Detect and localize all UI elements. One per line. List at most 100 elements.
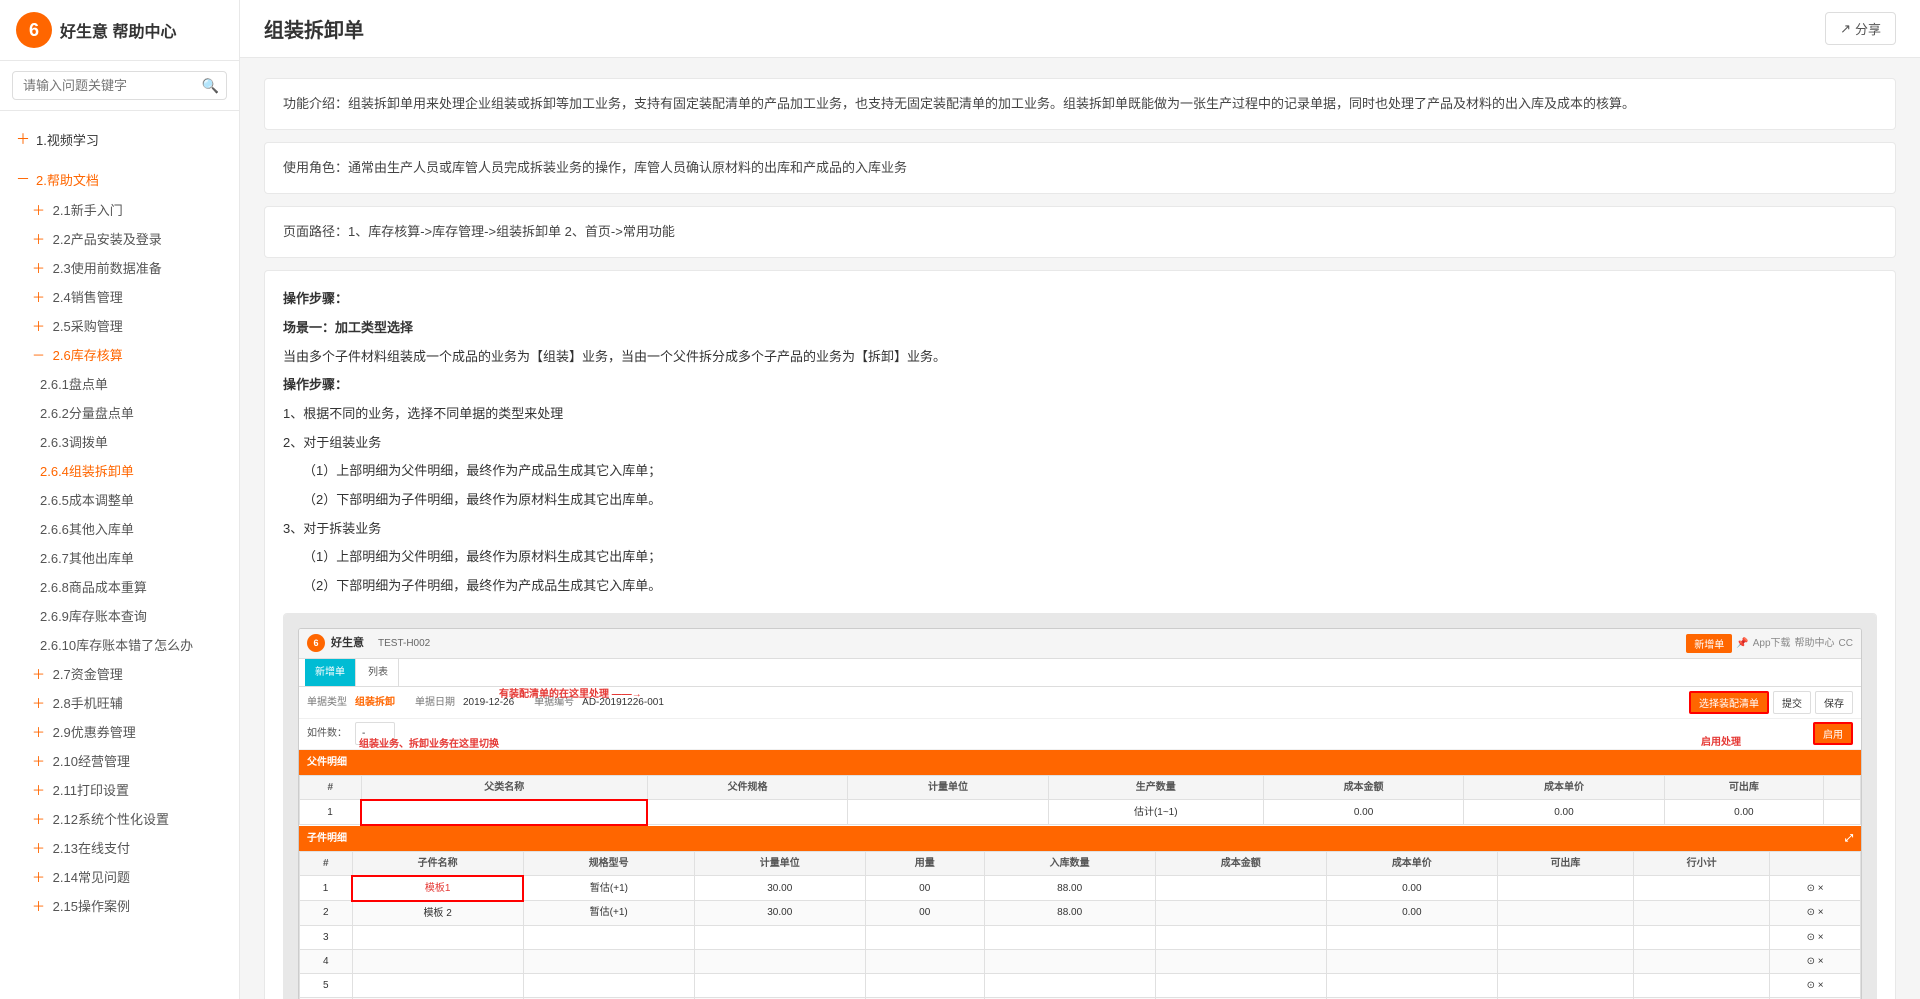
plus-icon-25: ＋ [32,319,45,334]
sidebar-item-video[interactable]: ＋ 1.视频学习 [0,123,239,155]
sidebar-item-purchase[interactable]: ＋ 2.5采购管理 [0,311,239,340]
inner-bcol-unit: 计量单位 [694,851,865,876]
sidebar-sub-2: ＋ 2.1新手入门 ＋ 2.2产品安装及登录 ＋ 2.3使用前数据准备 ＋ 2.… [0,195,239,920]
inner-submit-btn[interactable]: 提交 [1773,691,1811,714]
steps-title: 操作步骤： [283,377,348,392]
inner-bottom-row-5: 5 [300,973,1861,997]
inner-bottom-title-text: 子件明细 [307,829,347,848]
sidebar-item-inventory[interactable]: － 2.6库存核算 [0,340,239,369]
sidebar-item-data-prep[interactable]: ＋ 2.3使用前数据准备 [0,253,239,282]
plus-icon-21: ＋ [32,203,45,218]
plus-icon-212: ＋ [32,812,45,827]
inner-bottom-section-title: 子件明细 ⤢ [299,826,1861,851]
inner-topbar-id: TEST-H002 [378,634,430,653]
sidebar-item-help-docs[interactable]: － 2.帮助文档 [0,163,239,195]
inner-top-row-1: 1 估计(1~1) 0.00 0.00 0.00 [300,800,1861,825]
inner-icon-app: App下载 [1753,634,1791,653]
label-261: 2.6.1盘点单 [40,377,108,392]
inner-enable-btn[interactable]: 启用 [1813,722,1853,745]
step2-2-text: （2）下部明细为子件明细，最终作为原材料生成其它出库单。 [303,488,1877,513]
scenario1-title: 场景一：加工类型选择 [283,320,413,335]
inner-top-cell-prodqty: 估计(1~1) [1048,800,1263,825]
page-title: 组装拆卸单 [264,14,364,43]
annotation-enable: 启用处理 [1701,733,1741,752]
sidebar-item-partial-stocktake[interactable]: 2.6.2分量盘点单 [0,398,239,427]
inner-assembly-row: 如件数： - 组装业务、拆卸业务在这里切换 启用处理 启用 [299,719,1861,750]
sidebar-header: 6 好生意 帮助中心 [0,0,239,61]
sidebar-label-2: 2.帮助文档 [36,170,99,189]
sidebar-item-online-pay[interactable]: ＋ 2.13在线支付 [0,833,239,862]
top-bar: 组装拆卸单 ↗ 分享 [240,0,1920,58]
sidebar-item-newbie[interactable]: ＋ 2.1新手入门 [0,195,239,224]
sidebar-item-other-inbound[interactable]: 2.6.6其他入库单 [0,514,239,543]
sidebar-item-stocktake[interactable]: 2.6.1盘点单 [0,369,239,398]
sidebar-item-install[interactable]: ＋ 2.2产品安装及登录 [0,224,239,253]
inner-col-available: 可出库 [1664,775,1823,800]
plus-icon-211: ＋ [32,783,45,798]
inner-new-doc-btn[interactable]: 新增单 [1686,634,1732,653]
inner-icon-help: 帮助中心 [1795,634,1835,653]
operations-section: 操作步骤： 场景一：加工类型选择 当由多个子件材料组装成一个成品的业务为【组装】… [264,270,1896,999]
inner-col-parent-spec: 父件规格 [647,775,847,800]
sidebar-item-cost-recalc[interactable]: 2.6.8商品成本重算 [0,572,239,601]
sidebar-item-stock-ledger-fix[interactable]: 2.6.10库存账本错了怎么办 [0,630,239,659]
inner-top-cell-name [361,800,647,825]
sidebar-item-coupon[interactable]: ＋ 2.9优惠券管理 [0,717,239,746]
inner-select-bom-btn[interactable]: 选择装配清单 [1689,691,1769,714]
main-content: 组装拆卸单 ↗ 分享 功能介绍：组装拆卸单用来处理企业组装或拆卸等加工业务，支持… [240,0,1920,999]
sidebar-item-management[interactable]: ＋ 2.10经营管理 [0,746,239,775]
sidebar-item-other-outbound[interactable]: 2.6.7其他出库单 [0,543,239,572]
sidebar-item-print[interactable]: ＋ 2.11打印设置 [0,775,239,804]
label-269: 2.6.9库存账本查询 [40,609,147,624]
inner-tab-list[interactable]: 列表 [358,659,399,686]
plus-icon-27: ＋ [32,667,45,682]
operations-title: 操作步骤： [283,291,348,306]
sidebar-item-cost-adjust[interactable]: 2.6.5成本调整单 [0,485,239,514]
inner-icon-pin: 📌 [1736,634,1748,653]
sidebar-item-mobile[interactable]: ＋ 2.8手机旺辅 [0,688,239,717]
inner-save-btn[interactable]: 保存 [1815,691,1853,714]
inner-topbar: 6 好生意 TEST-H002 新增单 📌 App下载 帮助中心 CC [299,629,1861,659]
label-267: 2.6.7其他出库单 [40,551,134,566]
inner-top-cell-ops2 [1824,800,1861,825]
sidebar-item-finance[interactable]: ＋ 2.7资金管理 [0,659,239,688]
content-area: 功能介绍：组装拆卸单用来处理企业组装或拆卸等加工业务，支持有固定装配清单的产品加… [240,58,1920,999]
inner-top-cell-spec [647,800,847,825]
inner-col-ops [1824,775,1861,800]
inner-bcol-num: # [300,851,353,876]
sidebar-item-stock-ledger[interactable]: 2.6.9库存账本查询 [0,601,239,630]
inner-date-label: 单据日期 [415,693,455,712]
inner-icon-user: CC [1839,634,1853,653]
step3-text: 3、对于拆装业务 [283,517,1877,542]
inner-bcol-costprice: 成本单价 [1326,851,1497,876]
minus-icon-2: － [16,169,30,189]
inner-bcol-child-name: 子件名称 [352,851,523,876]
inner-col-parent-name: 父类名称 [361,775,647,800]
label-26: 2.6库存核算 [53,348,123,363]
inner-top-cell-costamt: 0.00 [1263,800,1463,825]
inner-col-cost-price: 成本单价 [1464,775,1664,800]
search-input[interactable] [12,71,227,100]
minus-icon-26: － [32,348,45,363]
label-22: 2.2产品安装及登录 [53,232,162,247]
inner-bcol-costamt: 成本金额 [1155,851,1326,876]
inner-top-cell-num: 1 [300,800,362,825]
sidebar-item-personalize[interactable]: ＋ 2.12系统个性化设置 [0,804,239,833]
inner-top-name-input[interactable] [474,807,534,818]
inner-top-section-title: 父件明细 [299,750,1861,775]
share-button[interactable]: ↗ 分享 [1825,12,1896,45]
nav-section-2: － 2.帮助文档 ＋ 2.1新手入门 ＋ 2.2产品安装及登录 ＋ 2.3使用前… [0,159,239,924]
sidebar-item-cases[interactable]: ＋ 2.15操作案例 [0,891,239,920]
label-213: 2.13在线支付 [53,841,130,856]
inner-col-unit: 计量单位 [848,775,1048,800]
sidebar-item-faq[interactable]: ＋ 2.14常见问题 [0,862,239,891]
inner-tab-new-doc[interactable]: 新增单 [305,659,356,686]
sidebar-item-assembly[interactable]: 2.6.4组装拆卸单 [0,456,239,485]
plus-icon-215: ＋ [32,899,45,914]
nav-list: ＋ 1.视频学习 － 2.帮助文档 ＋ 2.1新手入门 ＋ 2.2产品安装及登录 [0,111,239,999]
plus-icon-1: ＋ [16,129,30,149]
sidebar-item-sales[interactable]: ＋ 2.4销售管理 [0,282,239,311]
label-211: 2.11打印设置 [53,783,129,798]
sidebar-item-transfer[interactable]: 2.6.3调拨单 [0,427,239,456]
inner-bottom-row-3: 3 [300,925,1861,949]
